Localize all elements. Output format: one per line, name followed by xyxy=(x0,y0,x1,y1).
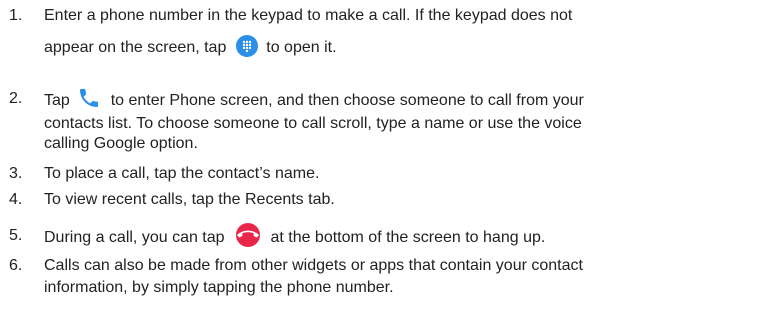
text-line: To view recent calls, tap the Recents ta… xyxy=(44,191,335,208)
text-fragment: to enter Phone screen, and then choose s… xyxy=(110,92,584,110)
list-text: Enter a phone number in the keypad to ma… xyxy=(44,6,769,59)
list-number: 5. xyxy=(9,227,23,244)
phone-icon xyxy=(77,86,101,110)
hang-up-icon xyxy=(236,223,260,247)
dialpad-icon xyxy=(235,35,258,57)
list-number: 4. xyxy=(9,191,23,208)
list-number: 6. xyxy=(9,257,23,274)
list-text: Tap to enter Phone screen, and then choo… xyxy=(44,89,769,154)
text-line: Tap to enter Phone screen, and then choo… xyxy=(44,89,769,113)
text-fragment: Tap xyxy=(44,92,70,110)
list-number: 2. xyxy=(9,90,23,107)
list-text: During a call, you can tap at the bottom… xyxy=(44,223,769,250)
text-line: calling Google option. xyxy=(44,135,198,152)
text-fragment: to open it. xyxy=(266,39,337,57)
text-line: Calls can also be made from other widget… xyxy=(44,257,583,274)
text-line: During a call, you can tap at the bottom… xyxy=(44,223,769,250)
list-number: 3. xyxy=(9,165,23,182)
text-fragment: During a call, you can tap xyxy=(44,229,225,247)
text-line: Enter a phone number in the keypad to ma… xyxy=(44,7,573,24)
list-text: Calls can also be made from other widget… xyxy=(44,256,769,298)
text-fragment: appear on the screen, tap xyxy=(44,39,227,57)
text-fragment: at the bottom of the screen to hang up. xyxy=(270,229,546,247)
list-number: 1. xyxy=(9,7,23,24)
text-line: information, by simply tapping the phone… xyxy=(44,279,394,296)
list-text: To view recent calls, tap the Recents ta… xyxy=(44,190,769,210)
list-text: To place a call, tap the contact’s name. xyxy=(44,164,769,184)
text-line: contacts list. To choose someone to call… xyxy=(44,115,582,132)
text-line: appear on the screen, tap to open it. xyxy=(44,35,769,59)
text-line: To place a call, tap the contact’s name. xyxy=(44,165,320,182)
